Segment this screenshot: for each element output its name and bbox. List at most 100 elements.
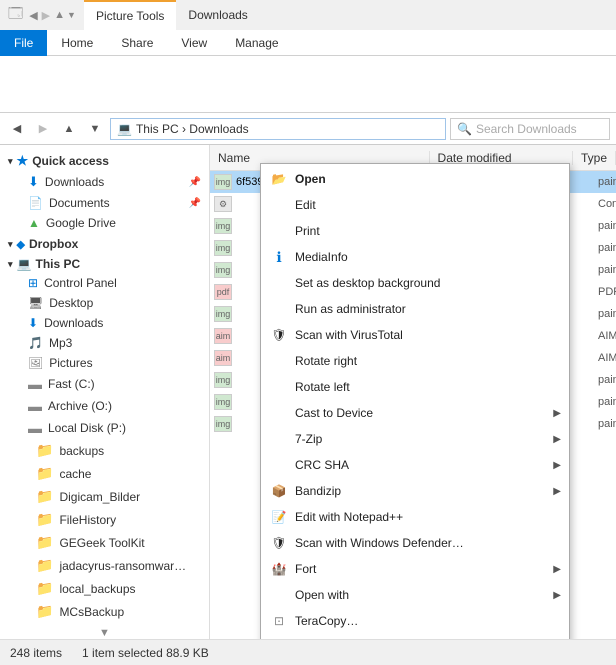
pictures-label: Pictures (49, 356, 92, 370)
main-area: ▾ ★ Quick access ⬇ Downloads 📌 📄 Documen… (0, 145, 616, 639)
ctx-item-rotate-left[interactable]: Rotate left (261, 374, 569, 400)
sidebar-section-quick-access[interactable]: ▾ ★ Quick access (0, 149, 209, 171)
ctx-item-set-desktop[interactable]: Set as desktop background (261, 270, 569, 296)
file-type-cell: AIM (590, 330, 616, 342)
virustotal-icon: 🛡 (269, 325, 289, 345)
forward-arrow-icon: ▶ (42, 9, 50, 22)
sidebar-item-backups[interactable]: 📁 backups (0, 439, 209, 462)
sidebar-item-cache[interactable]: 📁 cache (0, 462, 209, 485)
ctx-item-stitch[interactable]: 🖼 Stitch using Image Composite Editor (261, 634, 569, 639)
ribbon-tab-file[interactable]: File (0, 30, 47, 56)
ctx-item-edit[interactable]: Edit (261, 192, 569, 218)
ctx-item-fort[interactable]: 🏰 Fort ▶ (261, 556, 569, 582)
ctx-item-mediainfo[interactable]: ℹ MediaInfo (261, 244, 569, 270)
search-icon: 🔍 (457, 122, 472, 136)
filehistory-folder-icon: 📁 (36, 511, 53, 528)
ctx-item-virustotal[interactable]: 🛡 Scan with VirusTotal (261, 322, 569, 348)
file-type-cell: paint (590, 396, 616, 408)
sidebar-item-gegeek[interactable]: 📁 GEGeek ToolKit (0, 531, 209, 554)
search-box[interactable]: 🔍 Search Downloads (450, 118, 610, 140)
ctx-cast-label: Cast to Device (295, 406, 373, 420)
gegeek-label: GEGeek ToolKit (59, 536, 144, 550)
sidebar-section-dropbox[interactable]: ▾ ◆ Dropbox (0, 233, 209, 253)
ribbon-tab-home[interactable]: Home (47, 30, 107, 56)
file-thumbnail: img (214, 240, 232, 256)
sidebar-item-mcsbackup[interactable]: 📁 MCsBackup (0, 600, 209, 623)
sidebar-item-fast-c[interactable]: ▬ Fast (C:) (0, 373, 209, 395)
ctx-item-windefender[interactable]: 🛡 Scan with Windows Defender… (261, 530, 569, 556)
fort-icon: 🏰 (269, 559, 289, 579)
sidebar-item-downloads-quick[interactable]: ⬇ Downloads 📌 (0, 171, 209, 193)
file-thumbnail: img (214, 262, 232, 278)
sidebar-item-downloads-pc[interactable]: ⬇ Downloads (0, 313, 209, 333)
ctx-item-open-with[interactable]: Open with ▶ (261, 582, 569, 608)
submenu-arrow-fort-icon: ▶ (553, 564, 561, 575)
file-thumbnail: img (214, 218, 232, 234)
dropbox-label: Dropbox (29, 237, 78, 251)
gegeek-folder-icon: 📁 (36, 534, 53, 551)
back-button[interactable]: ◀ (6, 118, 28, 140)
sidebar-item-documents[interactable]: 📄 Documents 📌 (0, 193, 209, 213)
ctx-rotate-left-label: Rotate left (295, 380, 350, 394)
ctx-set-desktop-label: Set as desktop background (295, 276, 440, 290)
sidebar-item-pictures[interactable]: 🖼 Pictures (0, 353, 209, 373)
ctx-item-rotate-right[interactable]: Rotate right (261, 348, 569, 374)
ctx-item-print[interactable]: Print (261, 218, 569, 244)
ctx-teracopy-label: TeraCopy… (295, 614, 358, 628)
ctx-item-crcsha[interactable]: CRC SHA ▶ (261, 452, 569, 478)
local-backups-folder-icon: 📁 (36, 580, 53, 597)
file-thumbnail: pdf (214, 284, 232, 300)
ctx-item-teracopy[interactable]: ⊡ TeraCopy… (261, 608, 569, 634)
local-backups-label: local_backups (59, 582, 135, 596)
recent-button[interactable]: ▼ (84, 118, 106, 140)
ctx-item-notepadpp[interactable]: 📝 Edit with Notepad++ (261, 504, 569, 530)
edit-icon (269, 195, 289, 215)
up-button[interactable]: ▲ (58, 118, 80, 140)
sidebar-item-mp3[interactable]: 🎵 Mp3 (0, 333, 209, 353)
sidebar-item-archive-o[interactable]: ▬ Archive (O:) (0, 395, 209, 417)
ctx-rotate-right-label: Rotate right (295, 354, 357, 368)
backups-label: backups (59, 444, 104, 458)
ctx-fort-label: Fort (295, 562, 316, 576)
ctx-item-run-admin[interactable]: Run as administrator (261, 296, 569, 322)
fast-c-icon: ▬ (28, 376, 42, 392)
submenu-arrow-crcsha-icon: ▶ (553, 460, 561, 471)
ctx-item-open[interactable]: 📂 Open (261, 166, 569, 192)
file-type-cell: paint (590, 418, 616, 430)
pc-icon: 💻 (117, 122, 132, 136)
sidebar-section-thispc[interactable]: ▾ 💻 This PC (0, 253, 209, 273)
rotate-left-icon (269, 377, 289, 397)
ribbon-tab-manage[interactable]: Manage (221, 30, 292, 56)
title-bar-left: 🗔 ◀ ▶ ▲ ▼ (0, 3, 84, 27)
sidebar-item-digicam[interactable]: 📁 Digicam_Bilder (0, 485, 209, 508)
address-bar: ◀ ▶ ▲ ▼ 💻 This PC › Downloads 🔍 Search D… (0, 113, 616, 145)
ctx-7zip-label: 7-Zip (295, 432, 322, 446)
forward-button[interactable]: ▶ (32, 118, 54, 140)
sidebar-item-google-drive[interactable]: ▲ Google Drive (0, 213, 209, 233)
col-header-type[interactable]: Type (573, 151, 616, 165)
sidebar-item-jadacyrus[interactable]: 📁 jadacyrus-ransomwarere… (0, 554, 209, 577)
ribbon-tab-share[interactable]: Share (107, 30, 167, 56)
file-thumbnail: img (214, 174, 232, 190)
file-type-cell: AIM (590, 352, 616, 364)
sidebar-item-control-panel[interactable]: ⊞ Control Panel (0, 273, 209, 293)
tab-picture-tools[interactable]: Picture Tools (84, 0, 176, 30)
up-arrow-icon: ▲ (54, 9, 65, 21)
ctx-virustotal-label: Scan with VirusTotal (295, 328, 403, 342)
sidebar-item-local-disk-p[interactable]: ▬ Local Disk (P:) (0, 417, 209, 439)
cast-icon (269, 403, 289, 423)
file-type-cell: Conf (590, 198, 616, 210)
tab-downloads[interactable]: Downloads (176, 0, 259, 30)
address-path[interactable]: 💻 This PC › Downloads (110, 118, 446, 140)
ctx-item-7zip[interactable]: 7-Zip ▶ (261, 426, 569, 452)
sidebar-item-local-backups[interactable]: 📁 local_backups (0, 577, 209, 600)
sidebar-item-filehistory[interactable]: 📁 FileHistory (0, 508, 209, 531)
ribbon-tab-view[interactable]: View (167, 30, 221, 56)
ctx-mediainfo-label: MediaInfo (295, 250, 348, 264)
bandizip-icon: 📦 (269, 481, 289, 501)
sidebar-item-desktop[interactable]: 🖥 Desktop (0, 293, 209, 313)
ctx-item-cast[interactable]: Cast to Device ▶ (261, 400, 569, 426)
rotate-right-icon (269, 351, 289, 371)
ctx-item-bandizip[interactable]: 📦 Bandizip ▶ (261, 478, 569, 504)
pin-doc-icon: 📌 (189, 198, 201, 209)
